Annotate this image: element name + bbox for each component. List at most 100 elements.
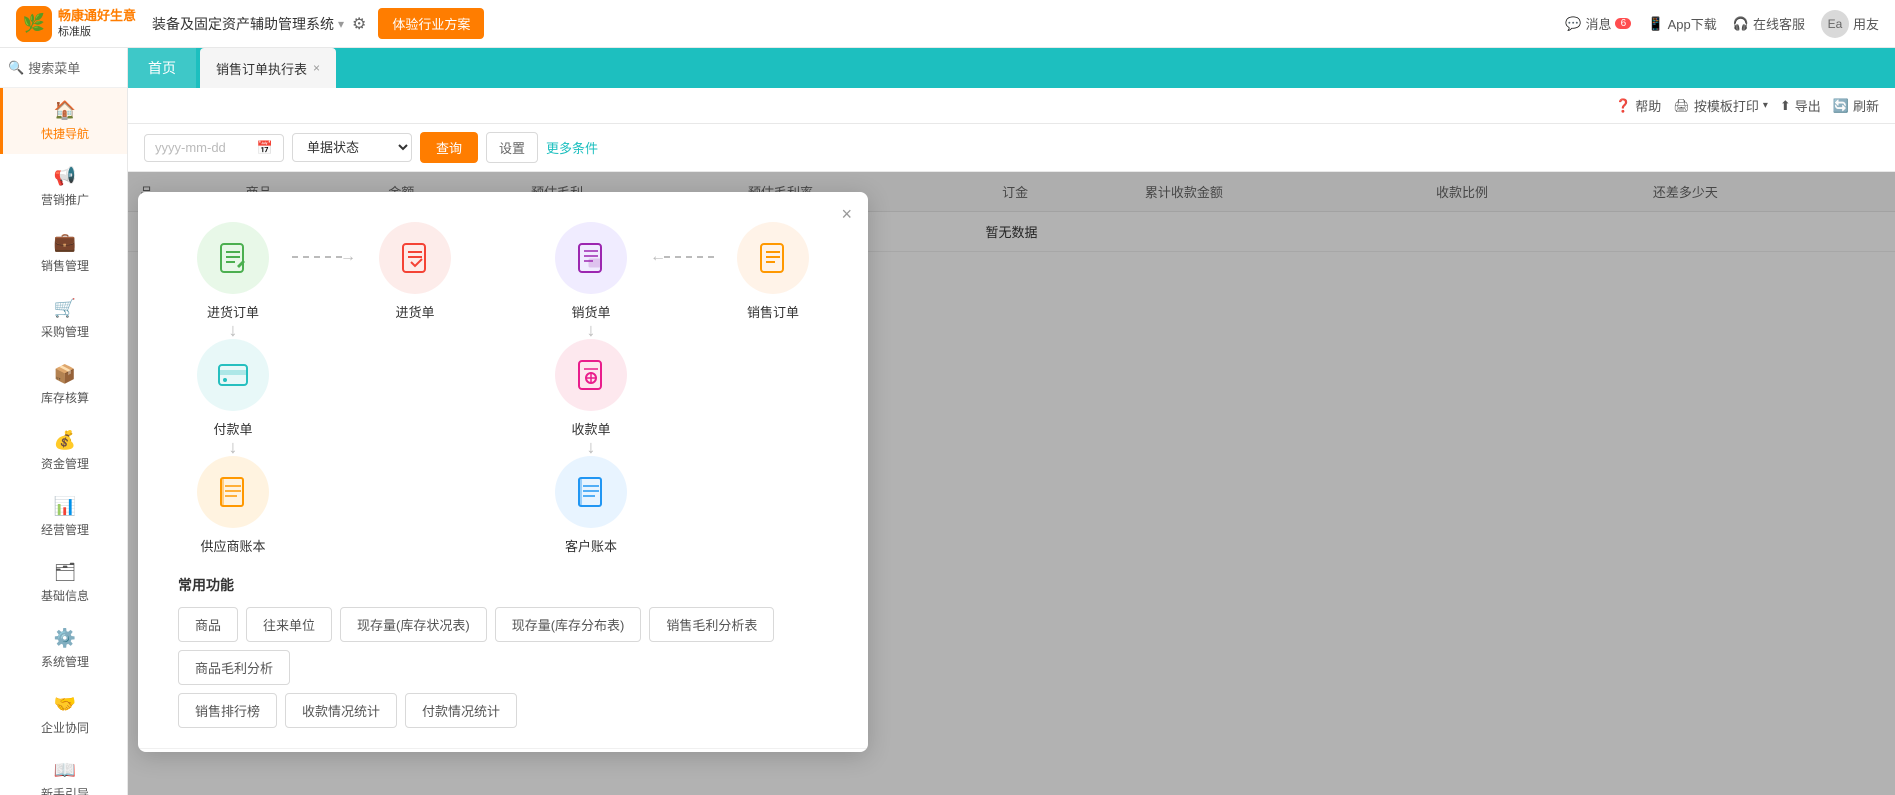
enterprise-icon: 🤝 — [54, 694, 76, 715]
btn-sales-profit[interactable]: 销售毛利分析表 — [649, 607, 774, 642]
sale-label: 销货单 — [571, 302, 610, 321]
flow-section: 进货订单 ↓ — [138, 192, 868, 575]
sidebar: 🔍 搜索菜单 🏠 快捷导航 📢 营销推广 💼 销售管理 🛒 采购管理 📦 — [0, 48, 128, 795]
sidebar-label-marketing: 营销推广 — [41, 191, 89, 208]
tab-sales-order[interactable]: 销售订单执行表 × — [200, 48, 336, 88]
refresh-icon: 🔄 — [1833, 98, 1849, 114]
sidebar-item-sales[interactable]: 💼 销售管理 — [0, 220, 127, 286]
flow-node-supplier-ledger[interactable]: 供应商账本 — [178, 456, 288, 555]
sale-order-label: 销售订单 — [747, 302, 799, 321]
sale-order-icon — [737, 222, 809, 294]
export-button[interactable]: ⬆ 导出 — [1780, 96, 1821, 115]
help-label: 帮助 — [1635, 96, 1661, 115]
common-buttons-row1: 商品 往来单位 现存量(库存状况表) 现存量(库存分布表) 销售毛利分析表 商品… — [178, 607, 828, 685]
status-filter[interactable]: 单据状态 — [292, 133, 412, 162]
message-button[interactable]: 💬 消息 6 — [1565, 14, 1631, 33]
print-icon: 🖨 — [1673, 98, 1690, 114]
tab-home-label: 首页 — [148, 58, 176, 78]
top-bar: 🌿 畅康通好生意 标准版 装备及固定资产辅助管理系统 ▾ ⚙ 体验行业方案 💬 … — [0, 0, 1895, 48]
tab-close-icon[interactable]: × — [313, 61, 320, 75]
system-title-arrow-icon: ▾ — [338, 17, 344, 31]
sidebar-item-quick-nav[interactable]: 🏠 快捷导航 — [0, 88, 127, 154]
logo-main: 畅康通好生意 — [58, 8, 136, 25]
logo-area: 🌿 畅康通好生意 标准版 — [16, 6, 144, 42]
sidebar-item-operations[interactable]: 📊 经营管理 — [0, 484, 127, 550]
set-button[interactable]: 设置 — [486, 132, 538, 163]
sidebar-item-marketing[interactable]: 📢 营销推广 — [0, 154, 127, 220]
sidebar-item-inventory[interactable]: 📦 库存核算 — [0, 352, 127, 418]
btn-receipt-stats[interactable]: 收款情况统计 — [285, 693, 397, 728]
purchase-order-label: 进货订单 — [207, 302, 259, 321]
flow-node-purchase[interactable]: 进货单 — [360, 222, 470, 321]
flow-node-receipt[interactable]: 收款单 — [536, 339, 646, 438]
refresh-button[interactable]: 🔄 刷新 — [1833, 96, 1879, 115]
online-service-label: 在线客服 — [1753, 14, 1805, 33]
sidebar-label-system: 系统管理 — [41, 653, 89, 670]
sidebar-item-enterprise[interactable]: 🤝 企业协同 — [0, 682, 127, 748]
sidebar-item-system[interactable]: ⚙️ 系统管理 — [0, 616, 127, 682]
app-wrapper: 🌿 畅康通好生意 标准版 装备及固定资产辅助管理系统 ▾ ⚙ 体验行业方案 💬 … — [0, 0, 1895, 795]
template-print-button[interactable]: 🖨 按模板打印 ▾ — [1673, 96, 1768, 115]
service-icon: 🎧 — [1733, 16, 1749, 32]
user-name: 用友 — [1853, 14, 1879, 33]
main-area: 🔍 搜索菜单 🏠 快捷导航 📢 营销推广 💼 销售管理 🛒 采购管理 📦 — [0, 48, 1895, 795]
finance-icon: 💰 — [54, 430, 76, 451]
date-from-input[interactable]: yyyy-mm-dd 📅 — [144, 134, 284, 162]
content-body: ❓ 帮助 🖨 按模板打印 ▾ ⬆ 导出 🔄 — [128, 88, 1895, 795]
sale-icon — [555, 222, 627, 294]
sidebar-label-finance: 资金管理 — [41, 455, 89, 472]
settings-icon[interactable]: ⚙ — [352, 14, 366, 34]
btn-product[interactable]: 商品 — [178, 607, 238, 642]
btn-payment-stats[interactable]: 付款情况统计 — [405, 693, 517, 728]
common-buttons-row2: 销售排行榜 收款情况统计 付款情况统计 — [178, 693, 828, 728]
sidebar-label-basic-info: 基础信息 — [41, 587, 89, 604]
sidebar-label-enterprise: 企业协同 — [41, 719, 89, 736]
logo-sub: 标准版 — [58, 25, 136, 39]
flow-node-sale[interactable]: 销货单 — [536, 222, 646, 321]
modal-close-button[interactable]: × — [841, 204, 852, 225]
btn-sales-rank[interactable]: 销售排行榜 — [178, 693, 277, 728]
content-area: 首页 销售订单执行表 × ❓ 帮助 🖨 — [128, 48, 1895, 795]
tabs-bar: 首页 销售订单执行表 × — [128, 48, 1895, 88]
flow-node-purchase-order[interactable]: 进货订单 — [178, 222, 288, 321]
customer-ledger-label: 客户账本 — [565, 536, 617, 555]
btn-inventory-dist[interactable]: 现存量(库存分布表) — [495, 607, 642, 642]
trial-button[interactable]: 体验行业方案 — [378, 8, 484, 39]
content-toolbar: ❓ 帮助 🖨 按模板打印 ▾ ⬆ 导出 🔄 — [128, 88, 1895, 124]
system-title: 装备及固定资产辅助管理系统 — [152, 14, 334, 34]
tab-home[interactable]: 首页 — [128, 48, 196, 88]
search-icon: 🔍 — [8, 60, 24, 76]
btn-product-profit[interactable]: 商品毛利分析 — [178, 650, 290, 685]
flow-node-sale-order[interactable]: 销售订单 — [718, 222, 828, 321]
sidebar-item-basic-info[interactable]: 🗂 基础信息 — [0, 550, 127, 616]
template-print-label: 按模板打印 — [1694, 96, 1759, 115]
sidebar-item-finance[interactable]: 💰 资金管理 — [0, 418, 127, 484]
help-button[interactable]: ❓ 帮助 — [1615, 96, 1661, 115]
sales-icon: 💼 — [54, 232, 76, 253]
more-conditions-link[interactable]: 更多条件 — [546, 138, 598, 157]
export-label: 导出 — [1795, 96, 1821, 115]
top-right-actions: 💬 消息 6 📱 App下载 🎧 在线客服 Ea 用友 — [1565, 10, 1879, 38]
purchase-label: 进货单 — [395, 302, 434, 321]
supplier-ledger-icon — [197, 456, 269, 528]
user-area[interactable]: Ea 用友 — [1821, 10, 1879, 38]
receipt-icon — [555, 339, 627, 411]
sidebar-label-operations: 经营管理 — [41, 521, 89, 538]
btn-partner[interactable]: 往来单位 — [246, 607, 332, 642]
online-service-button[interactable]: 🎧 在线客服 — [1733, 14, 1805, 33]
btn-inventory-status[interactable]: 现存量(库存状况表) — [340, 607, 487, 642]
search-button[interactable]: 查询 — [420, 132, 478, 163]
flow-node-payment[interactable]: 付款单 — [178, 339, 288, 438]
date-placeholder: yyyy-mm-dd — [155, 140, 226, 155]
payment-label: 付款单 — [213, 419, 252, 438]
system-icon: ⚙️ — [54, 628, 76, 649]
sidebar-item-guide[interactable]: 📖 新手引导 — [0, 748, 127, 795]
print-arrow-icon: ▾ — [1763, 100, 1768, 111]
tab-sales-order-label: 销售订单执行表 — [216, 59, 307, 78]
app-download-button[interactable]: 📱 App下载 — [1647, 14, 1716, 33]
search-menu-button[interactable]: 🔍 搜索菜单 — [0, 48, 127, 88]
sidebar-item-purchase[interactable]: 🛒 采购管理 — [0, 286, 127, 352]
flow-node-customer-ledger[interactable]: 客户账本 — [536, 456, 646, 555]
purchase-order-icon — [197, 222, 269, 294]
payment-icon — [197, 339, 269, 411]
